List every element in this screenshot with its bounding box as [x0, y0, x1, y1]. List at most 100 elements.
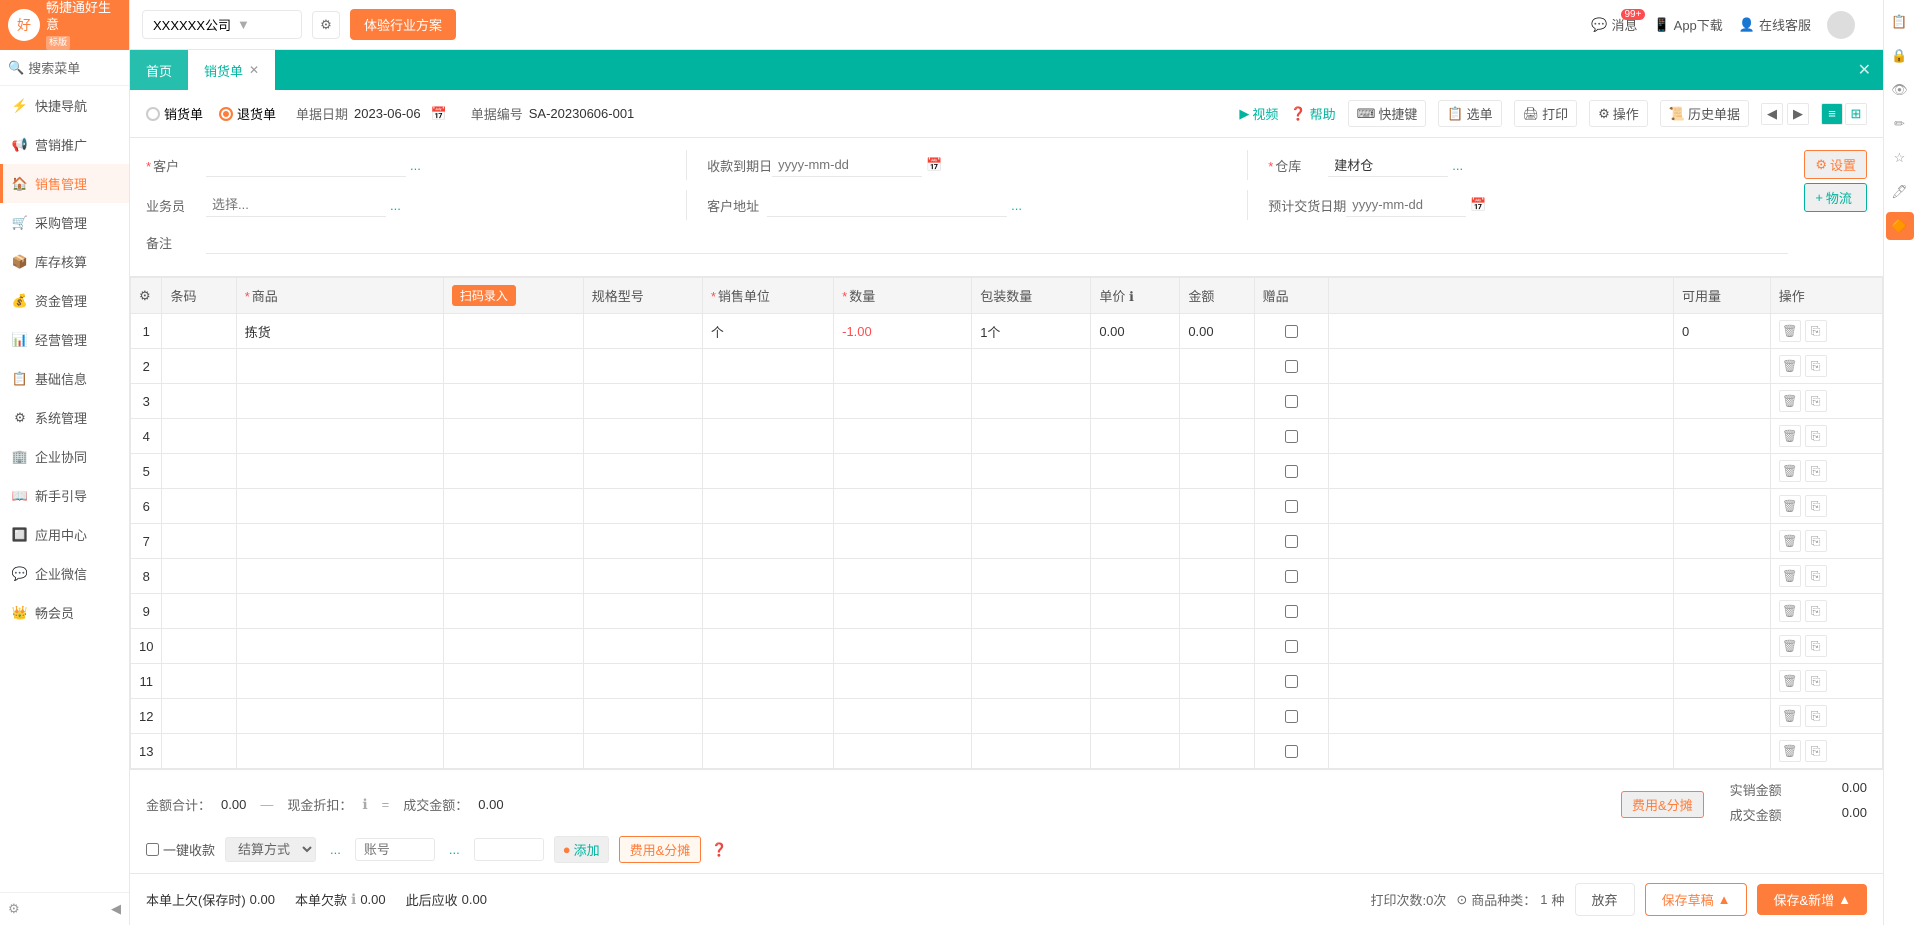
sidebar-item-purchase[interactable]: 🛒 采购管理 [0, 203, 129, 242]
row-gift-checkbox[interactable] [1285, 500, 1298, 513]
sidebar-item-app-center[interactable]: 🔲 应用中心 [0, 515, 129, 554]
delete-row-button[interactable]: 🗑 [1779, 565, 1801, 587]
delete-row-button[interactable]: 🗑 [1779, 670, 1801, 692]
grid-view-btn[interactable]: ⊞ [1845, 103, 1867, 125]
row-gift-checkbox[interactable] [1285, 430, 1298, 443]
delete-row-button[interactable]: 🗑 [1779, 705, 1801, 727]
right-tool-star[interactable]: ☆ [1886, 144, 1914, 172]
message-button[interactable]: 💬 消息 99+ [1591, 15, 1637, 34]
save-draft-button[interactable]: 保存草稿 ▲ [1645, 883, 1748, 916]
abandon-button[interactable]: 放弃 [1575, 883, 1635, 916]
row-gift-checkbox[interactable] [1285, 640, 1298, 653]
row-gift-checkbox[interactable] [1285, 395, 1298, 408]
help-action[interactable]: ❓ 帮助 [1290, 104, 1335, 123]
customer-input[interactable] [206, 153, 406, 177]
copy-row-button[interactable]: ⎘ [1805, 425, 1827, 447]
delete-row-button[interactable]: 🗑 [1779, 740, 1801, 762]
copy-row-button[interactable]: ⎘ [1805, 670, 1827, 692]
row-gift-checkbox[interactable] [1285, 570, 1298, 583]
trial-button[interactable]: 体验行业方案 [350, 9, 456, 40]
topbar-settings-button[interactable]: ⚙ [312, 11, 340, 39]
app-download-button[interactable]: 📱 App下载 [1653, 15, 1722, 34]
online-service-button[interactable]: 👤 在线客服 [1739, 15, 1811, 34]
sidebar-item-guide[interactable]: 📖 新手引导 [0, 476, 129, 515]
account-ellipsis[interactable]: ... [445, 842, 464, 857]
delete-row-button[interactable]: 🗑 [1779, 425, 1801, 447]
right-tool-edit[interactable]: ✏ [1886, 110, 1914, 138]
payment-amount-input[interactable] [474, 838, 544, 861]
account-input[interactable] [355, 838, 435, 861]
row-gift-checkbox[interactable] [1285, 745, 1298, 758]
one-key-pay-check[interactable] [146, 843, 159, 856]
scan-button[interactable]: 扫码录入 [452, 285, 516, 306]
sidebar-settings-icon[interactable]: ⚙ [8, 901, 20, 917]
sidebar-item-collab[interactable]: 🏢 企业协同 [0, 437, 129, 476]
row-gift-checkbox[interactable] [1285, 675, 1298, 688]
row-gift-checkbox[interactable] [1285, 325, 1298, 338]
payment-method-ellipsis[interactable]: ... [326, 842, 345, 857]
remark-input[interactable] [206, 230, 1788, 254]
right-tool-note[interactable]: 📋 [1886, 8, 1914, 36]
copy-row-button[interactable]: ⎘ [1805, 320, 1827, 342]
select-button[interactable]: 📋 选单 [1438, 100, 1501, 127]
user-avatar[interactable] [1827, 11, 1855, 39]
delete-row-button[interactable]: 🗑 [1779, 635, 1801, 657]
copy-row-button[interactable]: ⎘ [1805, 460, 1827, 482]
sidebar-item-wechat[interactable]: 💬 企业微信 [0, 554, 129, 593]
sidebar-search[interactable]: 🔍 搜索菜单 [0, 50, 129, 86]
warehouse-ellipsis[interactable]: ... [1448, 158, 1467, 173]
warehouse-input[interactable] [1328, 153, 1448, 177]
calendar-icon[interactable]: 📅 [427, 106, 451, 122]
sidebar-item-management[interactable]: 📊 经营管理 [0, 320, 129, 359]
row-amount[interactable]: 0.00 [1180, 314, 1254, 349]
customer-addr-input[interactable] [767, 193, 1007, 217]
row-gift-checkbox[interactable] [1285, 605, 1298, 618]
copy-row-button[interactable]: ⎘ [1805, 705, 1827, 727]
sidebar-collapse-icon[interactable]: ◀ [111, 901, 121, 917]
customer-ellipsis[interactable]: ... [406, 158, 425, 173]
print-button[interactable]: 🖨 打印 [1514, 100, 1578, 127]
list-view-btn[interactable]: ≡ [1821, 103, 1843, 125]
row-pkg-qty[interactable]: 1个 [972, 314, 1091, 349]
copy-row-button[interactable]: ⎘ [1805, 390, 1827, 412]
sidebar-item-sales[interactable]: 🏠 销售管理 [0, 164, 129, 203]
flow-button[interactable]: + 物流 [1804, 183, 1867, 212]
customer-addr-ellipsis[interactable]: ... [1007, 198, 1026, 213]
tab-home[interactable]: 首页 [130, 50, 188, 90]
copy-row-button[interactable]: ⎘ [1805, 495, 1827, 517]
delete-row-button[interactable]: 🗑 [1779, 600, 1801, 622]
copy-row-button[interactable]: ⎘ [1805, 530, 1827, 552]
save-new-button[interactable]: 保存&新增 ▲ [1757, 884, 1867, 915]
copy-row-button[interactable]: ⎘ [1805, 355, 1827, 377]
sidebar-item-marketing[interactable]: 📢 营销推广 [0, 125, 129, 164]
row-gift-checkbox[interactable] [1285, 710, 1298, 723]
row-spec[interactable] [583, 314, 702, 349]
radio-sales-order[interactable]: 销货单 [146, 104, 203, 123]
sidebar-item-finance[interactable]: 💰 资金管理 [0, 281, 129, 320]
right-tool-lock[interactable]: 🔒 [1886, 42, 1914, 70]
due-date-input[interactable] [772, 153, 922, 177]
row-product[interactable]: 拣货 [236, 314, 443, 349]
delete-row-button[interactable]: 🗑 [1779, 355, 1801, 377]
salesperson-ellipsis[interactable]: ... [386, 198, 405, 213]
sidebar-item-basic-info[interactable]: 📋 基础信息 [0, 359, 129, 398]
sidebar-item-quick-nav[interactable]: ⚡ 快捷导航 [0, 86, 129, 125]
sidebar-item-system[interactable]: ⚙ 系统管理 [0, 398, 129, 437]
operation-button[interactable]: ⚙ 操作 [1589, 100, 1648, 127]
history-button[interactable]: 📜 历史单据 [1660, 100, 1749, 127]
row-price[interactable]: 0.00 [1091, 314, 1180, 349]
sidebar-item-inventory[interactable]: 📦 库存核算 [0, 242, 129, 281]
delete-row-button[interactable]: 🗑 [1779, 530, 1801, 552]
row-gift-checkbox[interactable] [1285, 465, 1298, 478]
delete-row-button[interactable]: 🗑 [1779, 495, 1801, 517]
fee-split-button[interactable]: 费用&分摊 [619, 836, 702, 863]
add-payment-button[interactable]: ● 添加 [554, 836, 609, 863]
next-arrow[interactable]: ▶ [1787, 103, 1809, 125]
copy-row-button[interactable]: ⎘ [1805, 565, 1827, 587]
owe2-info-icon[interactable]: ℹ [351, 891, 356, 908]
shortcut-button[interactable]: ⌨ 快捷键 [1348, 100, 1427, 127]
copy-row-button[interactable]: ⎘ [1805, 635, 1827, 657]
row-gift-checkbox[interactable] [1285, 360, 1298, 373]
row-gift-checkbox[interactable] [1285, 535, 1298, 548]
prev-arrow[interactable]: ◀ [1761, 103, 1783, 125]
